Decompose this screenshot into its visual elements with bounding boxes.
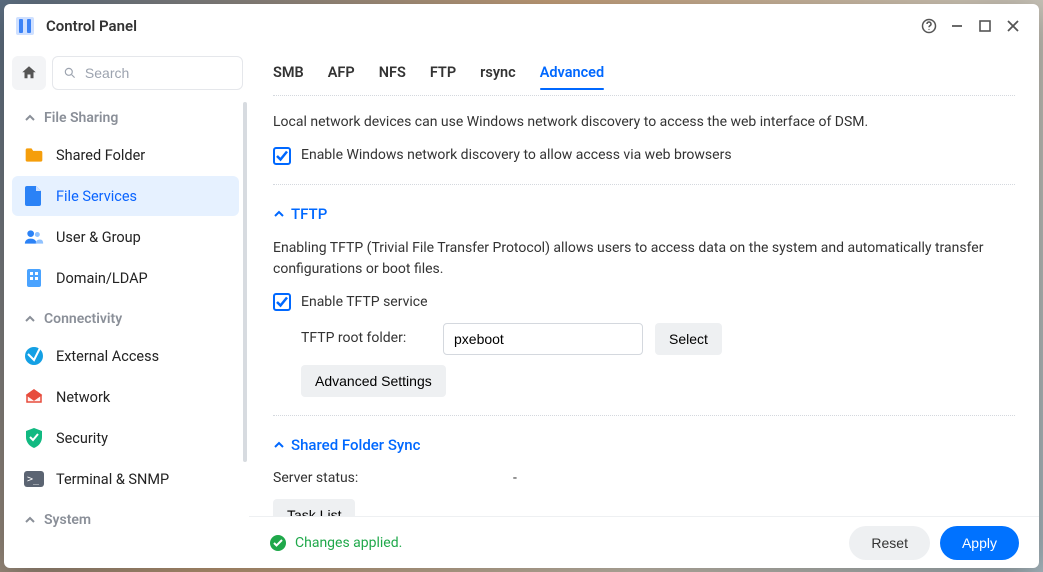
chevron-up-icon — [24, 514, 36, 526]
terminal-icon: >_ — [24, 469, 44, 489]
maximize-icon[interactable] — [971, 12, 999, 40]
tftp-checkbox-label: Enable TFTP service — [301, 292, 428, 313]
search-icon — [63, 65, 77, 81]
section-system[interactable]: System — [12, 500, 239, 536]
reset-button[interactable]: Reset — [849, 526, 930, 560]
tftp-advanced-settings-button[interactable]: Advanced Settings — [301, 365, 446, 397]
success-icon — [269, 534, 287, 552]
network-icon — [24, 387, 44, 407]
footer-bar: Changes applied. Reset Apply — [249, 516, 1039, 568]
titlebar: Control Panel — [4, 4, 1039, 48]
tftp-group-header[interactable]: TFTP — [273, 203, 1015, 226]
sidebar-item-label: File Services — [56, 188, 137, 205]
section-file-sharing[interactable]: File Sharing — [12, 98, 239, 134]
wnd-checkbox-label: Enable Windows network discovery to allo… — [301, 145, 732, 166]
close-icon[interactable] — [999, 12, 1027, 40]
sidebar-item-security[interactable]: Security — [12, 418, 239, 458]
tabs: SMB AFP NFS FTP rsync Advanced — [249, 48, 1039, 95]
sidebar-item-label: Network — [56, 389, 110, 406]
sidebar-item-network[interactable]: Network — [12, 377, 239, 417]
wnd-checkbox[interactable] — [273, 147, 291, 165]
tftp-root-label: TFTP root folder: — [301, 328, 431, 349]
status-message: Changes applied. — [269, 534, 402, 552]
domain-icon — [24, 268, 44, 288]
sidebar-item-label: Security — [56, 430, 108, 447]
tab-nfs[interactable]: NFS — [379, 64, 406, 89]
group-title: Shared Folder Sync — [291, 434, 420, 457]
sidebar-item-external-access[interactable]: External Access — [12, 336, 239, 376]
section-label: Connectivity — [44, 311, 122, 327]
window: Control Panel File Sharing — [4, 4, 1039, 568]
task-list-button[interactable]: Task List — [273, 499, 355, 516]
sidebar-item-file-services[interactable]: File Services — [12, 176, 239, 216]
sidebar-item-shared-folder[interactable]: Shared Folder — [12, 135, 239, 175]
tab-rsync[interactable]: rsync — [480, 64, 516, 89]
app-icon — [14, 15, 36, 37]
main-panel: SMB AFP NFS FTP rsync Advanced Local net… — [249, 48, 1039, 568]
sync-status-value: - — [513, 468, 517, 489]
help-icon[interactable] — [915, 12, 943, 40]
users-icon — [24, 227, 44, 247]
wnd-description: Local network devices can use Windows ne… — [273, 112, 1015, 133]
apply-button[interactable]: Apply — [940, 526, 1019, 560]
content-area: Local network devices can use Windows ne… — [249, 96, 1039, 516]
tftp-root-input[interactable] — [443, 323, 643, 355]
chevron-up-icon — [24, 112, 36, 124]
status-text: Changes applied. — [295, 535, 402, 551]
section-label: System — [44, 512, 91, 528]
sidebar-item-label: External Access — [56, 348, 159, 365]
tab-afp[interactable]: AFP — [328, 64, 355, 89]
sidebar-item-label: Domain/LDAP — [56, 270, 148, 287]
sidebar-item-terminal-snmp[interactable]: >_ Terminal & SNMP — [12, 459, 239, 499]
tftp-checkbox[interactable] — [273, 293, 291, 311]
sidebar-item-label: User & Group — [56, 229, 141, 246]
chevron-up-icon — [273, 439, 285, 451]
folder-icon — [24, 145, 44, 165]
window-title: Control Panel — [46, 17, 137, 35]
sync-group-header[interactable]: Shared Folder Sync — [273, 434, 1015, 457]
chevron-up-icon — [24, 313, 36, 325]
tftp-select-button[interactable]: Select — [655, 323, 722, 355]
file-icon — [24, 186, 44, 206]
tab-ftp[interactable]: FTP — [430, 64, 456, 89]
home-button[interactable] — [12, 56, 46, 90]
tftp-description: Enabling TFTP (Trivial File Transfer Pro… — [273, 238, 1015, 280]
sidebar: File Sharing Shared Folder File Services… — [4, 48, 249, 568]
section-connectivity[interactable]: Connectivity — [12, 299, 239, 335]
sidebar-item-user-group[interactable]: User & Group — [12, 217, 239, 257]
tab-advanced[interactable]: Advanced — [540, 64, 604, 89]
sync-status-label: Server status: — [273, 468, 473, 489]
sidebar-item-domain-ldap[interactable]: Domain/LDAP — [12, 258, 239, 298]
sidebar-item-label: Terminal & SNMP — [56, 471, 169, 488]
chevron-up-icon — [273, 208, 285, 220]
home-icon — [20, 64, 38, 82]
sidebar-scrollbar[interactable] — [243, 102, 247, 462]
sidebar-item-label: Shared Folder — [56, 147, 145, 164]
search-box[interactable] — [52, 56, 243, 90]
search-input[interactable] — [85, 65, 232, 81]
group-title: TFTP — [291, 203, 327, 226]
tab-smb[interactable]: SMB — [273, 64, 304, 89]
minimize-icon[interactable] — [943, 12, 971, 40]
external-icon — [24, 346, 44, 366]
section-label: File Sharing — [44, 110, 118, 126]
shield-icon — [24, 428, 44, 448]
